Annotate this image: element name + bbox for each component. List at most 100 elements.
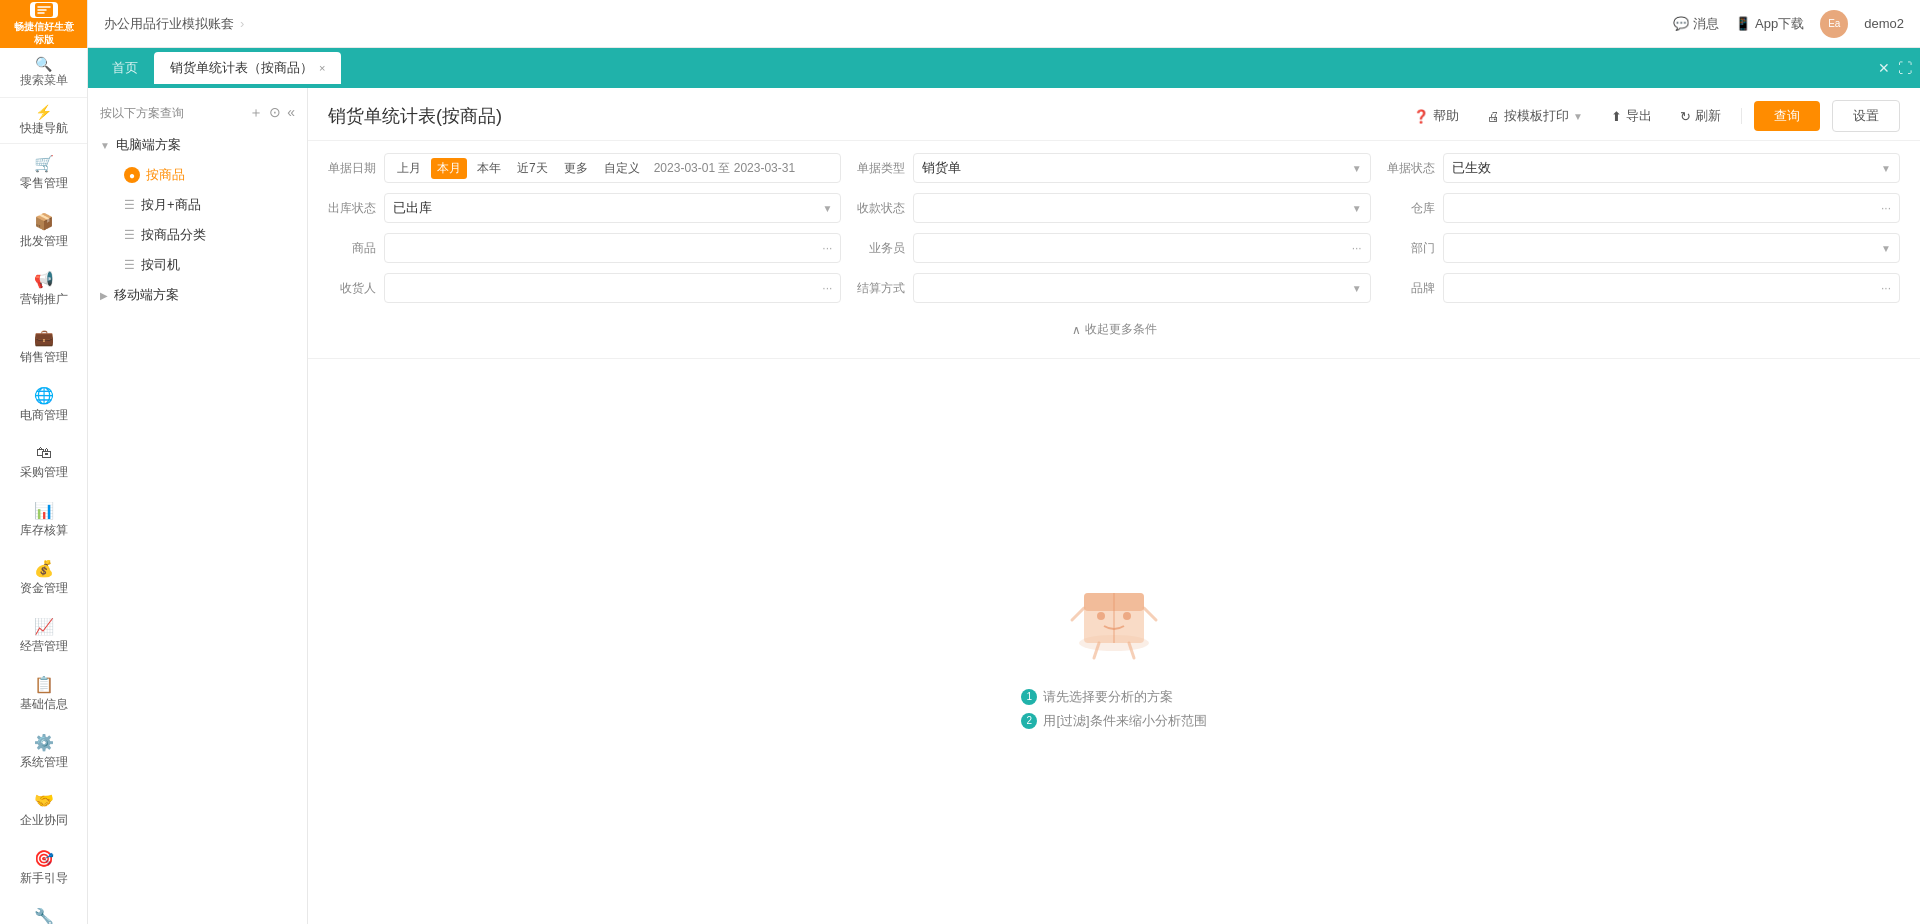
brand-control: ··· [1443,273,1900,303]
sidebar-item-sales[interactable]: 💼 销售管理 [0,318,87,376]
template-print-btn[interactable]: 🖨 按模板打印 ▼ [1479,103,1591,129]
out-control: 已出库 ▼ [384,193,841,223]
edit-scheme-btn[interactable]: ⊙ [269,104,281,122]
tabbar: 首页 销货单统计表（按商品） × ✕ ⛶ [88,48,1920,88]
sidebar-item-finance[interactable]: 💰 资金管理 [0,549,87,607]
tab-home[interactable]: 首页 [96,52,154,84]
date-custom[interactable]: 自定义 [598,158,646,179]
status-label: 单据状态 [1387,160,1435,177]
tree-label-mobile: 移动端方案 [114,286,179,304]
staff-select[interactable]: ··· [913,233,1370,263]
sidebar-item-ecommerce[interactable]: 🌐 电商管理 [0,376,87,434]
message-btn[interactable]: 💬 消息 [1673,15,1719,33]
date-more[interactable]: 更多 [558,158,594,179]
ecommerce-label: 电商管理 [20,407,68,424]
status-select[interactable]: 已生效 ▼ [1443,153,1900,183]
sidebar-item-operations[interactable]: 📈 经营管理 [0,607,87,665]
sidebar-item-inventory[interactable]: 📊 库存核算 [0,491,87,549]
dept-select[interactable]: ▼ [1443,233,1900,263]
settle-select[interactable]: ▼ [913,273,1370,303]
receiver-control: ··· [384,273,841,303]
tip-num-2: 2 [1021,713,1037,729]
tree-item-desktop[interactable]: ▼ 电脑端方案 [88,130,307,160]
sidebar-item-basic[interactable]: 📋 基础信息 [0,665,87,723]
filter-staff: 业务员 ··· [857,233,1370,263]
goods-control: ··· [384,233,841,263]
sidebar-item-retail[interactable]: 🛒 零售管理 [0,144,87,202]
filter-goods: 商品 ··· [328,233,841,263]
brand-dots: ··· [1881,281,1891,295]
collapse-filter-btn[interactable]: ∧ 收起更多条件 [328,313,1900,346]
scheme-icon-month: ☰ [124,198,135,212]
refresh-btn[interactable]: ↻ 刷新 [1672,103,1729,129]
tree-desktop-children: ● 按商品 ☰ 按月+商品 ☰ 按商品分类 ☰ 按司机 [88,160,307,280]
receiver-label: 收货人 [328,280,376,297]
goods-dots: ··· [822,241,832,255]
tree-item-by-month-goods[interactable]: ☰ 按月+商品 [108,190,307,220]
tab-close-btn[interactable]: × [319,62,325,74]
date-last-month[interactable]: 上月 [391,158,427,179]
out-select[interactable]: 已出库 ▼ [384,193,841,223]
sidebar-item-guide[interactable]: 🎯 新手引导 [0,839,87,897]
receiver-dots: ··· [822,281,832,295]
right-panel: 销货单统计表(按商品) ❓ 帮助 🖨 按模板打印 ▼ ⬆ 导出 [308,88,1920,924]
query-button[interactable]: 查询 [1754,101,1820,131]
help-btn[interactable]: ❓ 帮助 [1405,103,1467,129]
tree-label-month-goods: 按月+商品 [141,196,201,214]
sidebar-item-app-center[interactable]: 🔧 应用中心 [0,897,87,924]
system-label: 系统管理 [20,754,68,771]
enterprise-label: 企业协同 [20,812,68,829]
svg-point-6 [1123,612,1131,620]
receiver-select[interactable]: ··· [384,273,841,303]
svg-point-5 [1097,612,1105,620]
filter-out-status: 出库状态 已出库 ▼ [328,193,841,223]
app-download-btn[interactable]: 📱 App下载 [1735,15,1804,33]
settle-select-arrow: ▼ [1352,283,1362,294]
staff-control: ··· [913,233,1370,263]
sidebar-item-wholesale[interactable]: 📦 批发管理 [0,202,87,260]
tree-arrow-desktop: ▼ [100,140,110,151]
warehouse-label: 仓库 [1387,200,1435,217]
collapse-panel-btn[interactable]: « [287,104,295,122]
sidebar-item-purchase[interactable]: 🛍 采购管理 [0,434,87,491]
type-control: 销货单 ▼ [913,153,1370,183]
tree-item-by-category[interactable]: ☰ 按商品分类 [108,220,307,250]
svg-line-10 [1144,608,1156,620]
tree-label-category: 按商品分类 [141,226,206,244]
goods-select[interactable]: ··· [384,233,841,263]
inventory-label: 库存核算 [20,522,68,539]
sidebar-item-system[interactable]: ⚙️ 系统管理 [0,723,87,781]
empty-state: 1 请先选择要分析的方案 2 用[过滤]条件来缩小分析范围 [308,359,1920,924]
print-arrow-icon: ▼ [1573,111,1583,122]
tree-label-driver: 按司机 [141,256,180,274]
search-menu[interactable]: 🔍 搜索菜单 [0,48,87,98]
tab-sales-stats[interactable]: 销货单统计表（按商品） × [154,52,341,84]
collapse-arrow-icon: ∧ [1072,323,1081,337]
empty-illustration [1054,548,1174,668]
date-bar[interactable]: 上月 本月 本年 近7天 更多 自定义 2023-03-01 至 2023-03… [384,153,841,183]
date-7days[interactable]: 近7天 [511,158,554,179]
purchase-label: 采购管理 [20,464,68,481]
retail-label: 零售管理 [20,175,68,192]
avatar[interactable]: Ea [1820,10,1848,38]
brand-select[interactable]: ··· [1443,273,1900,303]
date-this-year[interactable]: 本年 [471,158,507,179]
tree-item-by-driver[interactable]: ☰ 按司机 [108,250,307,280]
sidebar-item-marketing[interactable]: 📢 营销推广 [0,260,87,318]
settings-button[interactable]: 设置 [1832,100,1900,132]
active-scheme-indicator: ● [124,167,140,183]
date-this-month[interactable]: 本月 [431,158,467,179]
type-select[interactable]: 销货单 ▼ [913,153,1370,183]
tree-item-by-goods[interactable]: ● 按商品 [108,160,307,190]
warehouse-select[interactable]: ··· [1443,193,1900,223]
export-icon: ⬆ [1611,109,1622,124]
export-btn[interactable]: ⬆ 导出 [1603,103,1660,129]
quick-nav[interactable]: ⚡ 快捷导航 [0,98,87,144]
receipt-select[interactable]: ▼ [913,193,1370,223]
tree-item-mobile[interactable]: ▶ 移动端方案 [88,280,307,310]
sidebar-item-enterprise[interactable]: 🤝 企业协同 [0,781,87,839]
add-scheme-btn[interactable]: ＋ [249,104,263,122]
tab-expand-btn[interactable]: ⛶ [1898,60,1912,76]
tab-collapse-btn[interactable]: ✕ [1878,60,1890,76]
status-select-arrow: ▼ [1881,163,1891,174]
